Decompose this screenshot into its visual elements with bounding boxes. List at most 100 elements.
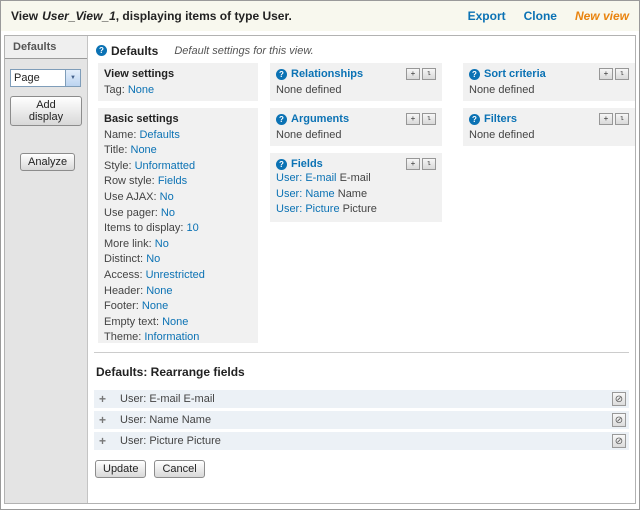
filters-title-link[interactable]: ? Filters <box>469 113 517 125</box>
setting-label: Use AJAX: <box>104 190 157 203</box>
fields-title: Fields <box>291 158 323 170</box>
rearrange-icon[interactable]: ↑↓ <box>422 68 436 80</box>
setting-value-link[interactable]: None <box>131 144 157 156</box>
row-label: User: Name Name <box>120 414 212 426</box>
setting-label: Access: <box>104 268 143 281</box>
setting-value-link[interactable]: No <box>146 253 160 265</box>
fields-box: ? Fields + ↑↓ User: E-mail E-mail User: N… <box>270 153 442 222</box>
filters-ops: + ↑↓ <box>599 113 629 125</box>
titlebar-links: Export Clone New view <box>468 9 629 23</box>
setting-row: Name: Defaults <box>104 128 252 144</box>
setting-row: Distinct: No <box>104 252 252 268</box>
relationships-title-link[interactable]: ? Relationships <box>276 68 363 80</box>
setting-row: Theme: Information <box>104 330 252 346</box>
setting-value-link[interactable]: Unrestricted <box>146 269 205 281</box>
rearrange-heading: Defaults: Rearrange fields <box>96 365 245 379</box>
setting-row: Items to display: 10 <box>104 221 252 237</box>
drag-handle-icon[interactable]: + <box>99 413 120 427</box>
setting-value-link[interactable]: None <box>142 300 168 312</box>
field-item: User: Picture Picture <box>276 202 436 218</box>
tag-value-link[interactable]: None <box>128 84 154 96</box>
help-icon[interactable]: ? <box>96 45 107 56</box>
sort-criteria-header: ? Sort criteria + ↑↓ <box>469 67 629 81</box>
view-settings-title: View settings <box>104 68 175 80</box>
update-button[interactable]: Update <box>95 460 147 478</box>
setting-value-link[interactable]: No <box>160 191 174 203</box>
setting-value-link[interactable]: No <box>161 207 175 219</box>
drag-handle-icon[interactable]: + <box>99 392 120 406</box>
rearrange-icon[interactable]: ↑↓ <box>422 158 436 170</box>
field-link[interactable]: User: Picture <box>276 203 340 215</box>
add-icon[interactable]: + <box>406 113 420 125</box>
setting-label: Footer: <box>104 300 139 313</box>
sort-criteria-title-link[interactable]: ? Sort criteria <box>469 68 546 80</box>
setting-value-link[interactable]: Defaults <box>139 129 179 141</box>
setting-value-link[interactable]: None <box>146 285 172 297</box>
arguments-title-link[interactable]: ? Arguments <box>276 113 349 125</box>
filters-header: ? Filters + ↑↓ <box>469 112 629 126</box>
setting-value-link[interactable]: Fields <box>158 175 187 187</box>
setting-row: Empty text: None <box>104 315 252 331</box>
drag-handle-icon[interactable]: + <box>99 434 120 448</box>
field-link[interactable]: User: Name <box>276 188 335 200</box>
relationships-ops: + ↑↓ <box>406 68 436 80</box>
field-item: User: E-mail E-mail <box>276 171 436 187</box>
setting-value-link[interactable]: Unformatted <box>135 160 196 172</box>
add-icon[interactable]: + <box>599 68 613 80</box>
new-view-link[interactable]: New view <box>575 9 629 23</box>
remove-icon[interactable]: ⊘ <box>612 413 626 427</box>
setting-row: Footer: None <box>104 299 252 315</box>
views-ui-page: View User_View_1, displaying items of typ… <box>0 0 640 510</box>
export-link[interactable]: Export <box>468 9 506 23</box>
fields-header: ? Fields + ↑↓ <box>276 157 436 171</box>
setting-label: Name: <box>104 128 137 141</box>
rearrange-icon[interactable]: ↑↓ <box>615 68 629 80</box>
basic-settings-title: Basic settings <box>104 113 179 125</box>
relationships-header: ? Relationships + ↑↓ <box>276 67 436 81</box>
section-divider <box>94 352 629 353</box>
table-row: + User: Name Name ⊘ <box>94 411 629 429</box>
setting-label: Use pager: <box>104 206 158 219</box>
setting-value-link[interactable]: Information <box>144 331 199 343</box>
title-suffix: , displaying items of type User. <box>115 9 292 23</box>
relationships-empty: None defined <box>276 84 342 96</box>
add-icon[interactable]: + <box>406 68 420 80</box>
filters-empty: None defined <box>469 129 535 141</box>
setting-label: Header: <box>104 284 144 297</box>
add-display-button[interactable]: Add display <box>10 96 82 126</box>
field-suffix: Name <box>337 187 368 200</box>
add-icon[interactable]: + <box>599 113 613 125</box>
sort-criteria-ops: + ↑↓ <box>599 68 629 80</box>
help-icon: ? <box>276 113 287 125</box>
arguments-empty: None defined <box>276 129 342 141</box>
setting-row: Access: Unrestricted <box>104 268 252 284</box>
add-icon[interactable]: + <box>406 158 420 170</box>
display-settings-content: ? Defaults Default settings for this vie… <box>88 36 635 503</box>
setting-label: Empty text: <box>104 315 160 328</box>
fields-title-link[interactable]: ? Fields <box>276 158 323 170</box>
sort-criteria-title: Sort criteria <box>484 68 546 80</box>
display-sidebar: Defaults Page ▼ Add display Analyze <box>5 36 88 503</box>
rearrange-icon[interactable]: ↑↓ <box>615 113 629 125</box>
clone-link[interactable]: Clone <box>524 9 557 23</box>
tab-defaults[interactable]: Defaults <box>5 36 87 59</box>
help-icon: ? <box>469 113 480 125</box>
setting-value-link[interactable]: No <box>155 238 169 250</box>
setting-value-link[interactable]: 10 <box>187 222 199 234</box>
setting-label: Theme: <box>104 331 142 344</box>
cancel-button[interactable]: Cancel <box>154 460 205 478</box>
remove-icon[interactable]: ⊘ <box>612 392 626 406</box>
display-type-select[interactable]: Page ▼ <box>10 69 81 87</box>
rearrange-icon[interactable]: ↑↓ <box>422 113 436 125</box>
display-heading: Defaults <box>111 43 159 58</box>
rearrange-section: Defaults: Rearrange fields + User: E-mai… <box>94 365 629 478</box>
help-icon: ? <box>276 68 287 80</box>
field-link[interactable]: User: E-mail <box>276 172 337 184</box>
setting-value-link[interactable]: None <box>162 316 188 328</box>
settings-boxes: View settings Tag: None Basic settings N… <box>94 63 635 346</box>
filters-title: Filters <box>484 113 518 125</box>
title-prefix: View <box>11 9 39 23</box>
field-suffix: Picture <box>342 203 377 215</box>
remove-icon[interactable]: ⊘ <box>612 434 626 448</box>
analyze-button[interactable]: Analyze <box>20 153 76 171</box>
